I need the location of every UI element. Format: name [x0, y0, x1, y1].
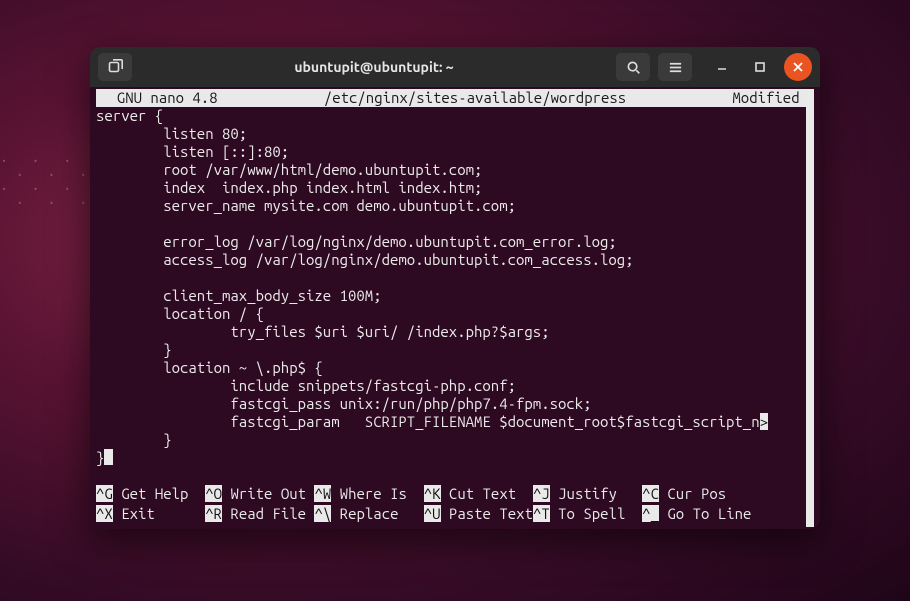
- titlebar: ubuntupit@ubuntupit: ~: [90, 47, 820, 87]
- minimize-button[interactable]: [708, 53, 736, 81]
- maximize-icon: [754, 61, 766, 73]
- nano-header: GNU nano 4.8 /etc/nginx/sites-available/…: [96, 89, 814, 107]
- new-tab-icon: [107, 59, 123, 75]
- line-overflow-marker: >: [760, 413, 768, 430]
- scrollbar[interactable]: [806, 89, 814, 527]
- maximize-button[interactable]: [746, 53, 774, 81]
- window-title: ubuntupit@ubuntupit: ~: [140, 59, 608, 75]
- search-icon: [626, 60, 641, 75]
- hamburger-icon: [668, 60, 683, 75]
- text-cursor: [104, 449, 113, 465]
- nano-file-path: /etc/nginx/sites-available/wordpress: [218, 89, 733, 107]
- nano-shortcuts-row-1: ^G Get Help ^O Write Out ^W Where Is ^K …: [96, 485, 814, 503]
- minimize-icon: [716, 61, 728, 73]
- nano-shortcuts-row-2: ^X Exit ^R Read File ^\ Replace ^U Paste…: [96, 505, 814, 523]
- nano-version: GNU nano 4.8: [96, 89, 218, 107]
- close-icon: [792, 61, 804, 73]
- nano-status: Modified: [732, 89, 814, 107]
- search-button[interactable]: [616, 53, 650, 81]
- close-button[interactable]: [784, 53, 812, 81]
- terminal-window: ubuntupit@ubuntupit: ~ GNU nano 4.8 /etc…: [90, 47, 820, 529]
- menu-button[interactable]: [658, 53, 692, 81]
- terminal-body[interactable]: GNU nano 4.8 /etc/nginx/sites-available/…: [90, 87, 820, 529]
- editor-content[interactable]: server { listen 80; listen [::]:80; root…: [96, 107, 814, 467]
- new-tab-button[interactable]: [98, 53, 132, 81]
